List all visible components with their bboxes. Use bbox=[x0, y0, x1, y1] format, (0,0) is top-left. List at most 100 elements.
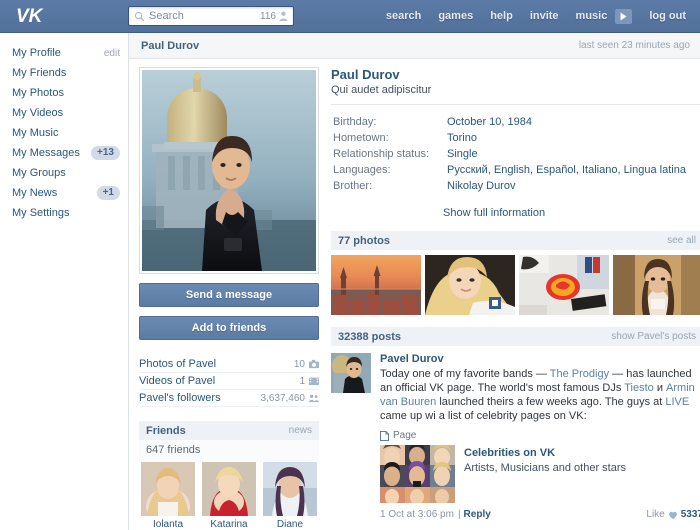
profile-photo-image bbox=[142, 70, 316, 271]
info-row-hometown: Hometown: Torino bbox=[333, 131, 700, 145]
show-full-information-link[interactable]: Show full information bbox=[443, 207, 700, 219]
sidebar-item-my-news[interactable]: My News +1 bbox=[0, 183, 128, 203]
post-reply-link[interactable]: Reply bbox=[464, 509, 491, 520]
info-key: Hometown: bbox=[333, 131, 445, 145]
photo-thumb-brunette-woman[interactable] bbox=[613, 255, 700, 315]
post-text-part: launched theirs a few weeks ago. The guy… bbox=[436, 396, 665, 408]
post-timestamp: 1 Oct at 3:06 pm bbox=[380, 509, 454, 520]
stat-value: 1 bbox=[299, 376, 305, 387]
photos-block: 77 photos see all bbox=[331, 231, 700, 315]
news-badge: +1 bbox=[97, 186, 120, 200]
friend-item[interactable]: Diane bbox=[263, 462, 317, 530]
info-value[interactable]: October 10, 1984 bbox=[447, 115, 700, 129]
friends-block: Friends news 647 friends bbox=[139, 421, 319, 530]
search-icon bbox=[134, 11, 145, 22]
attachment-card[interactable]: Celebrities on VK Artists, Musicians and… bbox=[380, 445, 700, 503]
friends-grid: Iolanta bbox=[139, 462, 319, 530]
info-value[interactable]: Nikolay Durov bbox=[447, 179, 700, 193]
attachment-label: Page bbox=[380, 430, 700, 441]
sidebar-item-label: My Messages bbox=[12, 147, 91, 159]
info-key: Birthday: bbox=[333, 115, 445, 129]
vk-logo[interactable]: VK bbox=[0, 0, 128, 33]
posts-block-header: 32388 posts show Pavel's posts bbox=[331, 327, 700, 346]
nav-games[interactable]: games bbox=[438, 10, 473, 22]
search-input[interactable]: Search bbox=[149, 10, 260, 22]
info-value[interactable]: Single bbox=[447, 147, 700, 161]
post-body: Pavel Durov Today one of my favorite ban… bbox=[371, 353, 700, 520]
blonde-woman-photo bbox=[425, 255, 515, 315]
nav-music[interactable]: music bbox=[576, 10, 608, 22]
send-message-button[interactable]: Send a message bbox=[139, 283, 319, 307]
friend-avatar bbox=[141, 462, 195, 516]
info-key: Relationship status: bbox=[333, 147, 445, 161]
stat-followers[interactable]: Pavel's followers 3,637,460 bbox=[139, 390, 319, 407]
nav-log-out[interactable]: log out bbox=[649, 10, 686, 22]
svg-text:VK: VK bbox=[16, 6, 44, 26]
info-value[interactable]: Torino bbox=[447, 131, 700, 145]
sidebar-item-my-messages[interactable]: My Messages +13 bbox=[0, 143, 128, 163]
link-tiesto[interactable]: Tiesto bbox=[624, 382, 654, 394]
show-posts-link[interactable]: show Pavel's posts bbox=[611, 331, 696, 342]
post-author-avatar[interactable] bbox=[331, 353, 371, 393]
sidebar-item-my-music[interactable]: My Music bbox=[0, 123, 128, 143]
sidebar-item-my-profile[interactable]: My Profile edit bbox=[0, 43, 128, 63]
sidebar-item-label: My Settings bbox=[12, 207, 120, 219]
post-text-part: Today one of my favorite bands — bbox=[380, 368, 550, 380]
stat-videos-of-pavel[interactable]: Videos of Pavel 1 bbox=[139, 373, 319, 390]
messages-badge: +13 bbox=[91, 146, 120, 160]
friend-item[interactable]: Katarina bbox=[202, 462, 256, 530]
post-footer: 1 Oct at 3:06 pm | Reply Like 5337 bbox=[380, 509, 700, 520]
sidebar-item-label: My Profile bbox=[12, 47, 104, 59]
stat-value: 3,637,460 bbox=[261, 393, 306, 404]
post-text: Today one of my favorite bands — The Pro… bbox=[380, 367, 700, 423]
info-value[interactable]: Русский, English, Español, Italiano, Lin… bbox=[447, 163, 700, 177]
info-key: Languages: bbox=[333, 163, 445, 177]
link-live[interactable]: LIVE bbox=[665, 396, 689, 408]
sidebar-item-label: My Music bbox=[12, 127, 120, 139]
photo-thumb-city-sunset[interactable] bbox=[331, 255, 421, 315]
post-likes[interactable]: Like 5337 bbox=[646, 509, 700, 520]
divider bbox=[331, 104, 700, 105]
friend-avatar-image bbox=[202, 462, 256, 516]
nav-invite[interactable]: invite bbox=[530, 10, 559, 22]
white-shirt-logo-photo bbox=[519, 255, 609, 315]
info-row-relationship: Relationship status: Single bbox=[333, 147, 700, 161]
search-field[interactable]: Search 116 bbox=[128, 6, 294, 26]
post-footer-separator: | bbox=[458, 509, 461, 520]
attachment-title[interactable]: Celebrities on VK bbox=[464, 447, 626, 459]
top-navigation: search games help invite music log out bbox=[386, 9, 700, 24]
stat-photos-of-pavel[interactable]: Photos of Pavel 10 bbox=[139, 356, 319, 373]
sidebar-item-my-groups[interactable]: My Groups bbox=[0, 163, 128, 183]
nav-help[interactable]: help bbox=[490, 10, 513, 22]
sidebar-item-my-settings[interactable]: My Settings bbox=[0, 203, 128, 223]
sidebar-item-my-friends[interactable]: My Friends bbox=[0, 63, 128, 83]
post-author-name[interactable]: Pavel Durov bbox=[380, 353, 700, 365]
profile-edit-link[interactable]: edit bbox=[104, 48, 120, 59]
link-the-prodigy[interactable]: The Prodigy bbox=[550, 368, 609, 380]
photo-thumb-blonde-woman[interactable] bbox=[425, 255, 515, 315]
photos-see-all-link[interactable]: see all bbox=[667, 235, 696, 246]
friends-count: 647 friends bbox=[139, 440, 319, 462]
friends-block-header: Friends news bbox=[139, 421, 319, 440]
attachment-thumbnail bbox=[380, 445, 455, 503]
profile-right-column: Paul Durov Qui audet adipiscitur Birthda… bbox=[319, 67, 700, 530]
sidebar-item-label: My News bbox=[12, 187, 97, 199]
profile-photo bbox=[142, 70, 316, 271]
like-label: Like bbox=[646, 509, 664, 520]
friend-item[interactable]: Iolanta bbox=[141, 462, 195, 530]
friends-news-link[interactable]: news bbox=[289, 425, 312, 436]
attachment-info: Celebrities on VK Artists, Musicians and… bbox=[455, 445, 626, 503]
music-play-button[interactable] bbox=[615, 9, 632, 24]
info-row-birthday: Birthday: October 10, 1984 bbox=[333, 115, 700, 129]
sidebar-item-my-photos[interactable]: My Photos bbox=[0, 83, 128, 103]
search-count: 116 bbox=[260, 11, 276, 22]
profile-photo-frame[interactable] bbox=[139, 67, 319, 274]
friend-name: Diane bbox=[263, 519, 317, 530]
photo-thumb-white-shirt-logo[interactable] bbox=[519, 255, 609, 315]
friend-avatar-image bbox=[263, 462, 317, 516]
profile-name-header: Paul Durov bbox=[141, 40, 199, 52]
person-icon bbox=[279, 11, 288, 21]
add-to-friends-button[interactable]: Add to friends bbox=[139, 316, 319, 340]
nav-search[interactable]: search bbox=[386, 10, 421, 22]
sidebar-item-my-videos[interactable]: My Videos bbox=[0, 103, 128, 123]
